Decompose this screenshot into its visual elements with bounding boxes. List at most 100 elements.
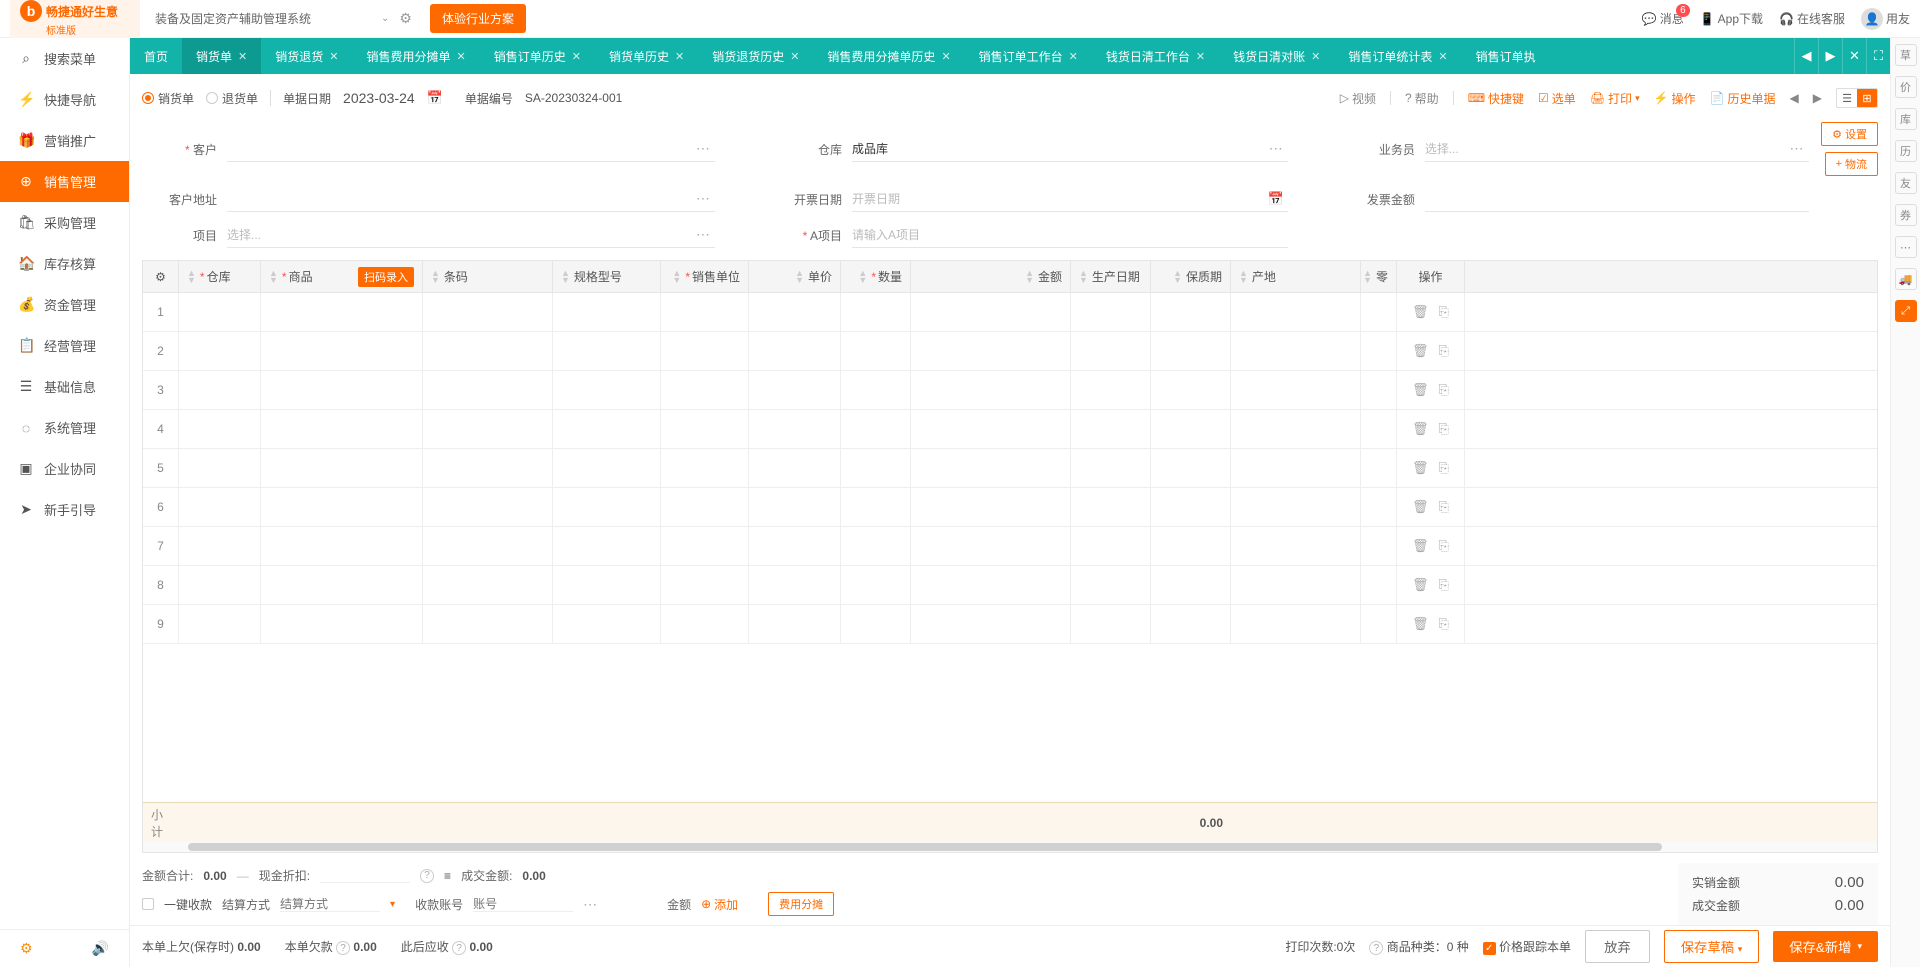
rail-item-1[interactable]: 价 (1895, 76, 1917, 98)
tab-12[interactable]: 销售订单执 (1462, 38, 1550, 74)
cell-warehouse[interactable] (179, 293, 261, 331)
cell-origin[interactable] (1231, 371, 1361, 409)
cell-origin[interactable] (1231, 449, 1361, 487)
rail-item-8[interactable]: ⤢ (1895, 300, 1917, 322)
user-menu[interactable]: 👤 用友 (1861, 8, 1910, 30)
rail-item-0[interactable]: 草 (1895, 44, 1917, 66)
app-download-link[interactable]: 📱 App下载 (1700, 10, 1763, 27)
cell-date[interactable] (1071, 332, 1151, 370)
save-draft-button[interactable]: 保存草稿 ▾ (1664, 930, 1760, 963)
view-list[interactable]: ☰ (1837, 89, 1857, 107)
cell-qty[interactable] (841, 449, 911, 487)
cell-barcode[interactable] (423, 332, 553, 370)
cell-amount[interactable] (911, 605, 1071, 643)
customer-input[interactable] (227, 142, 715, 156)
sidebar-sound-icon[interactable]: 🔊 (92, 940, 109, 957)
cell-origin[interactable] (1231, 410, 1361, 448)
table-row[interactable]: 6🗑⎘ (143, 488, 1877, 527)
tab-prev[interactable]: ◀ (1794, 38, 1818, 74)
radio-sell[interactable]: 销货单 (142, 90, 194, 107)
cell-amount[interactable] (911, 410, 1071, 448)
customer-lookup-icon[interactable]: ⋯ (696, 140, 711, 157)
help-icon[interactable]: ? (336, 941, 350, 955)
cell-price[interactable] (749, 332, 841, 370)
account-input[interactable] (473, 897, 573, 912)
close-icon[interactable]: ✕ (941, 50, 950, 63)
cell-zero[interactable] (1361, 449, 1397, 487)
save-new-button[interactable]: 保存&新增 ▾ (1773, 931, 1878, 962)
service-link[interactable]: 🎧 在线客服 (1779, 10, 1845, 27)
cell-shelf[interactable] (1151, 293, 1231, 331)
sidebar-item-5[interactable]: 🏠库存核算 (0, 243, 129, 284)
copy-icon[interactable]: ⎘ (1439, 577, 1449, 593)
tab-9[interactable]: 钱货日清工作台✕ (1092, 38, 1219, 74)
rail-item-4[interactable]: 友 (1895, 172, 1917, 194)
cell-spec[interactable] (553, 371, 661, 409)
cell-unit[interactable] (661, 371, 749, 409)
operate-link[interactable]: ⚡操作 (1654, 90, 1696, 107)
cell-amount[interactable] (911, 449, 1071, 487)
cell-price[interactable] (749, 410, 841, 448)
cell-qty[interactable] (841, 332, 911, 370)
invoice-amount-input[interactable] (1425, 192, 1809, 206)
cell-product[interactable] (261, 293, 423, 331)
copy-icon[interactable]: ⎘ (1439, 616, 1449, 632)
history-link[interactable]: 📄历史单据 (1710, 90, 1776, 107)
cell-unit[interactable] (661, 605, 749, 643)
cell-origin[interactable] (1231, 332, 1361, 370)
table-row[interactable]: 4🗑⎘ (143, 410, 1877, 449)
cell-amount[interactable] (911, 293, 1071, 331)
sidebar-item-10[interactable]: ▣企业协同 (0, 448, 129, 489)
price-track-checkbox[interactable]: ✓ (1483, 942, 1496, 955)
cell-barcode[interactable] (423, 371, 553, 409)
trial-button[interactable]: 体验行业方案 (430, 4, 526, 33)
sort-icon[interactable]: ▲▼ (672, 270, 681, 283)
cell-price[interactable] (749, 527, 841, 565)
sort-icon[interactable]: ▲▼ (1363, 270, 1372, 283)
trash-icon[interactable]: 🗑 (1412, 304, 1429, 320)
table-row[interactable]: 2🗑⎘ (143, 332, 1877, 371)
cell-warehouse[interactable] (179, 449, 261, 487)
trash-icon[interactable]: 🗑 (1412, 577, 1429, 593)
sort-icon[interactable]: ▲▼ (795, 270, 804, 283)
cell-date[interactable] (1071, 449, 1151, 487)
tab-fullscreen[interactable]: ⛶ (1866, 38, 1890, 74)
close-icon[interactable]: ✕ (238, 50, 247, 63)
col-settings[interactable]: ⚙ (143, 261, 179, 292)
help-icon[interactable]: ? (452, 941, 466, 955)
cell-unit[interactable] (661, 488, 749, 526)
cell-amount[interactable] (911, 488, 1071, 526)
rail-item-3[interactable]: 历 (1895, 140, 1917, 162)
sidebar-item-1[interactable]: ⚡快捷导航 (0, 79, 129, 120)
sort-icon[interactable]: ▲▼ (269, 270, 278, 283)
close-icon[interactable]: ✕ (790, 50, 799, 63)
cell-product[interactable] (261, 527, 423, 565)
calendar-icon[interactable]: 📅 (1268, 191, 1284, 207)
cell-date[interactable] (1071, 410, 1151, 448)
sidebar-item-6[interactable]: 💰资金管理 (0, 284, 129, 325)
tab-10[interactable]: 钱货日清对账✕ (1219, 38, 1334, 74)
cell-qty[interactable] (841, 488, 911, 526)
cell-spec[interactable] (553, 566, 661, 604)
cell-spec[interactable] (553, 605, 661, 643)
customer-addr-input[interactable] (227, 192, 715, 206)
cell-unit[interactable] (661, 449, 749, 487)
cell-origin[interactable] (1231, 566, 1361, 604)
horizontal-scrollbar[interactable] (143, 842, 1877, 852)
tab-6[interactable]: 销货退货历史✕ (698, 38, 813, 74)
sidebar-item-9[interactable]: ◌系统管理 (0, 407, 129, 448)
cell-date[interactable] (1071, 371, 1151, 409)
cell-origin[interactable] (1231, 293, 1361, 331)
chevron-down-icon[interactable]: ⌄ (381, 13, 389, 24)
copy-icon[interactable]: ⎘ (1439, 382, 1449, 398)
account-lookup-icon[interactable]: ⋯ (583, 896, 597, 913)
rail-item-7[interactable]: 🚚 (1895, 268, 1917, 290)
tab-next[interactable]: ▶ (1818, 38, 1842, 74)
salesman-input[interactable] (1425, 142, 1809, 156)
calendar-icon[interactable]: 📅 (427, 90, 443, 106)
rail-item-2[interactable]: 库 (1895, 108, 1917, 130)
video-link[interactable]: ▷视频 (1340, 90, 1376, 107)
cell-zero[interactable] (1361, 527, 1397, 565)
close-icon[interactable]: ✕ (675, 50, 684, 63)
cell-warehouse[interactable] (179, 332, 261, 370)
